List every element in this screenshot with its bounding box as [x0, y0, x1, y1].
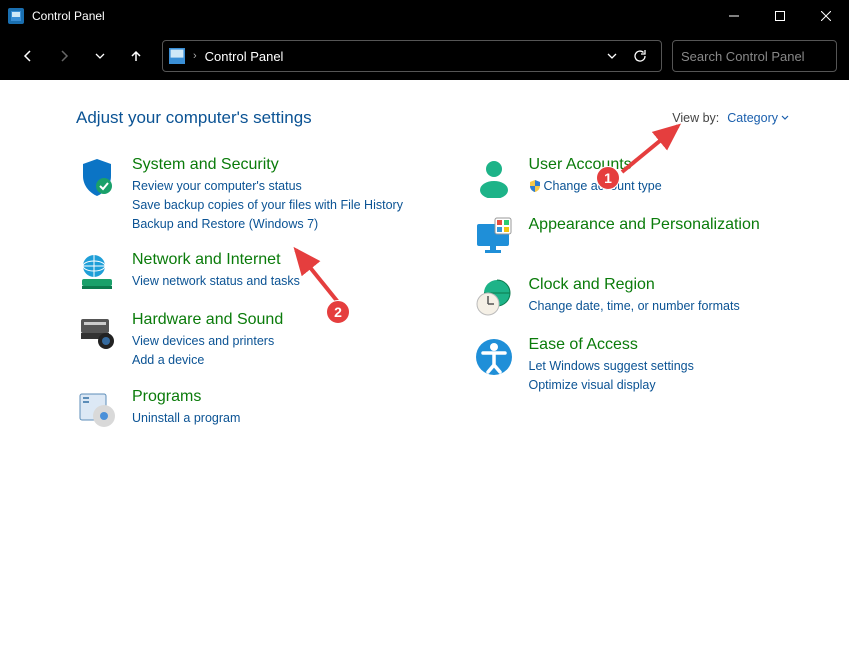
category-link[interactable]: Let Windows suggest settings	[529, 357, 830, 376]
category-title[interactable]: Ease of Access	[529, 336, 830, 354]
category-link[interactable]: Uninstall a program	[132, 409, 433, 428]
category-system-security: System and Security Review your computer…	[76, 156, 433, 233]
category-title[interactable]: System and Security	[132, 156, 433, 174]
category-title[interactable]: Appearance and Personalization	[529, 216, 830, 234]
category-user-accounts: User Accounts Change account type	[473, 156, 830, 198]
refresh-button[interactable]	[625, 41, 655, 71]
maximize-button[interactable]	[757, 0, 803, 32]
view-by-dropdown[interactable]: Category	[727, 111, 789, 125]
up-button[interactable]	[120, 40, 152, 72]
back-button[interactable]	[12, 40, 44, 72]
user-icon	[473, 156, 515, 198]
category-title[interactable]: Hardware and Sound	[132, 311, 433, 329]
category-title[interactable]: Programs	[132, 388, 433, 406]
category-title[interactable]: Clock and Region	[529, 276, 830, 294]
address-dropdown-button[interactable]	[607, 51, 617, 61]
category-programs: Programs Uninstall a program	[76, 388, 433, 430]
category-link[interactable]: Save backup copies of your files with Fi…	[132, 196, 433, 215]
category-network-internet: Network and Internet View network status…	[76, 251, 433, 293]
window-title: Control Panel	[32, 9, 105, 23]
forward-button[interactable]	[48, 40, 80, 72]
navigation-bar: › Control Panel	[0, 32, 849, 80]
view-by-label: View by:	[672, 111, 719, 125]
chevron-down-icon	[781, 114, 789, 122]
category-link[interactable]: Review your computer's status	[132, 177, 433, 196]
category-link[interactable]: View network status and tasks	[132, 272, 433, 291]
page-heading: Adjust your computer's settings	[76, 108, 312, 128]
control-panel-icon	[169, 48, 185, 64]
category-link[interactable]: Backup and Restore (Windows 7)	[132, 215, 433, 234]
clock-globe-icon	[473, 276, 515, 318]
category-clock-region: Clock and Region Change date, time, or n…	[473, 276, 830, 318]
category-title[interactable]: Network and Internet	[132, 251, 433, 269]
programs-icon	[76, 388, 118, 430]
accessibility-icon	[473, 336, 515, 378]
close-button[interactable]	[803, 0, 849, 32]
recent-dropdown-button[interactable]	[84, 40, 116, 72]
category-link[interactable]: Change account type	[529, 177, 830, 196]
title-bar: Control Panel	[0, 0, 849, 32]
address-location: Control Panel	[205, 49, 599, 64]
category-link[interactable]: Optimize visual display	[529, 376, 830, 395]
app-icon	[8, 8, 24, 24]
printer-camera-icon	[76, 311, 118, 353]
window-controls	[711, 0, 849, 32]
category-link[interactable]: Add a device	[132, 351, 433, 370]
category-hardware-sound: Hardware and Sound View devices and prin…	[76, 311, 433, 370]
category-appearance: Appearance and Personalization	[473, 216, 830, 258]
category-link[interactable]: Change date, time, or number formats	[529, 297, 830, 316]
view-by-control: View by: Category	[672, 111, 789, 125]
search-box[interactable]	[672, 40, 837, 72]
address-bar[interactable]: › Control Panel	[162, 40, 662, 72]
breadcrumb-chevron-icon: ›	[193, 50, 197, 62]
right-column: User Accounts Change account type Appear…	[473, 156, 830, 448]
category-ease-of-access: Ease of Access Let Windows suggest setti…	[473, 336, 830, 395]
minimize-button[interactable]	[711, 0, 757, 32]
search-input[interactable]	[681, 49, 849, 64]
category-title[interactable]: User Accounts	[529, 156, 830, 174]
content-area: Adjust your computer's settings View by:…	[0, 80, 849, 657]
shield-icon	[76, 156, 118, 198]
globe-network-icon	[76, 251, 118, 293]
uac-shield-icon	[529, 180, 541, 192]
category-link[interactable]: View devices and printers	[132, 332, 433, 351]
left-column: System and Security Review your computer…	[76, 156, 433, 448]
monitor-apps-icon	[473, 216, 515, 258]
